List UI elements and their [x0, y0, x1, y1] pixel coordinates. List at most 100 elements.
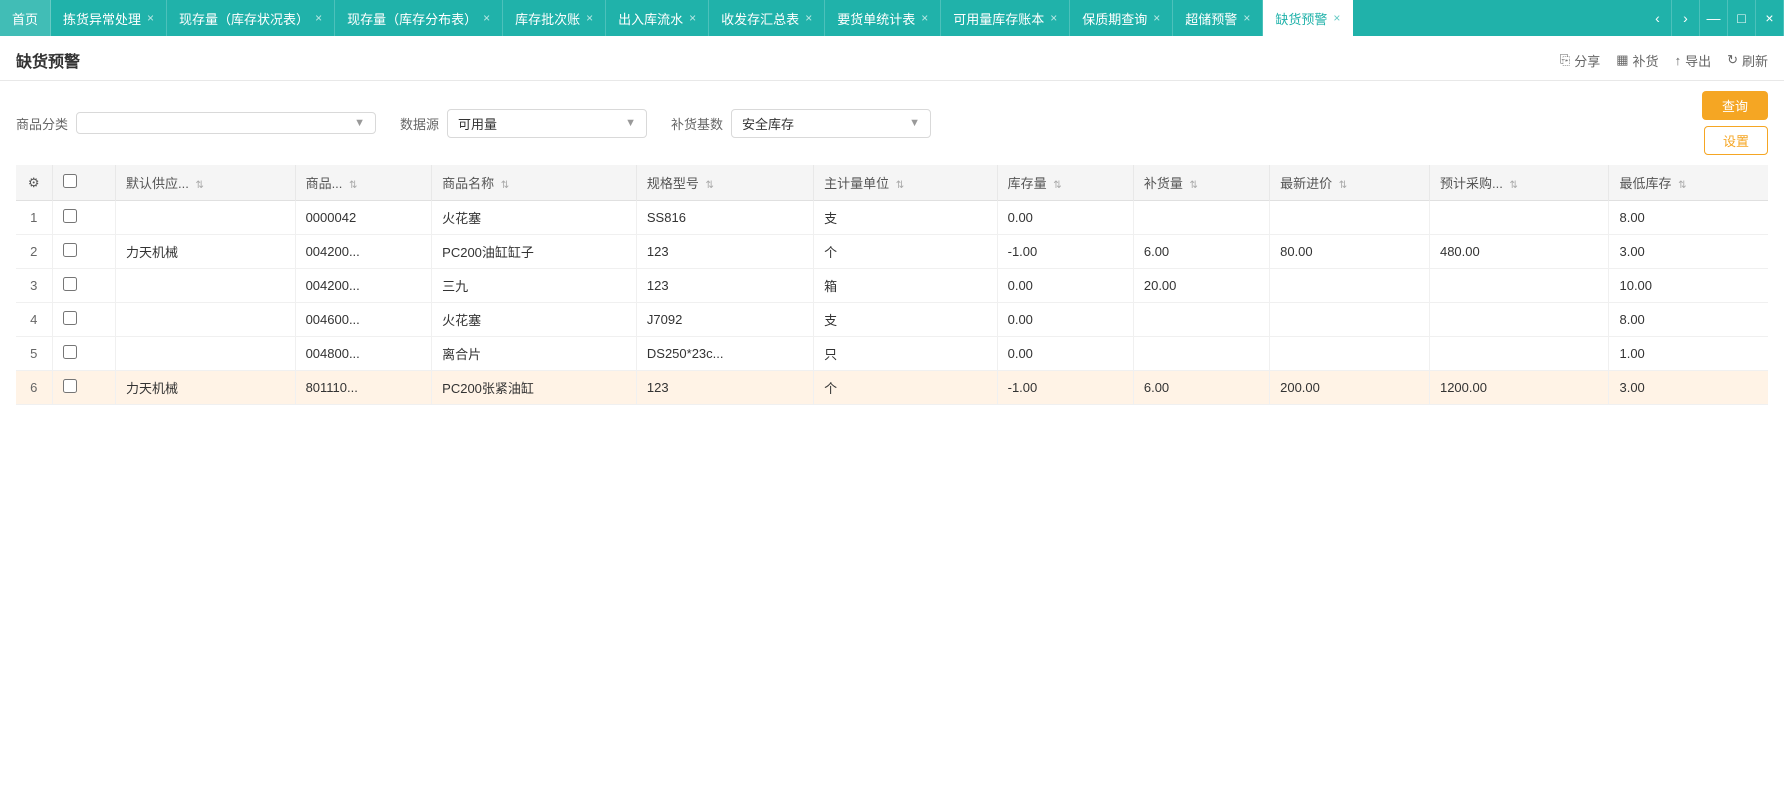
tab-next-button[interactable]: ›: [1672, 0, 1700, 36]
row-min-stock: 3.00: [1609, 235, 1768, 269]
share-label: 分享: [1574, 51, 1600, 70]
tab-picking-label: 拣货异常处理: [63, 9, 141, 28]
tab-stock-dist-close[interactable]: ×: [483, 11, 490, 25]
tab-stock-dist[interactable]: 现存量（库存分布表） ×: [335, 0, 503, 36]
share-button[interactable]: ⎘ 分享: [1560, 51, 1600, 70]
refresh-button[interactable]: ↻ 刷新: [1727, 51, 1768, 70]
tab-summary-close[interactable]: ×: [805, 11, 812, 25]
filter-action-buttons: 查询 设置: [1702, 91, 1768, 155]
tab-batch-close[interactable]: ×: [586, 11, 593, 25]
row-replenish-qty: [1133, 303, 1269, 337]
tab-demand[interactable]: 要货单统计表 ×: [825, 0, 941, 36]
datasource-filter-group: 数据源 可用量 ▼: [400, 109, 647, 138]
replenish-icon: ▦: [1616, 52, 1628, 68]
sort-replenish-qty-icon[interactable]: ⇅: [1190, 180, 1198, 191]
row-stock: -1.00: [997, 371, 1133, 405]
tab-picking-close[interactable]: ×: [147, 11, 154, 25]
row-checkbox[interactable]: [63, 311, 77, 325]
row-supplier: 力天机械: [116, 235, 296, 269]
sort-product-name-icon[interactable]: ⇅: [501, 180, 509, 191]
tab-expiry-label: 保质期查询: [1082, 9, 1147, 28]
row-checkbox[interactable]: [63, 209, 77, 223]
row-checkbox[interactable]: [63, 379, 77, 393]
row-checkbox[interactable]: [63, 243, 77, 257]
tab-expiry-close[interactable]: ×: [1153, 11, 1160, 25]
tab-maximize-button[interactable]: □: [1728, 0, 1756, 36]
sort-latest-price-icon[interactable]: ⇅: [1339, 180, 1347, 191]
row-replenish-qty: 6.00: [1133, 371, 1269, 405]
export-label: 导出: [1685, 51, 1711, 70]
row-spec: 123: [636, 235, 813, 269]
datasource-select[interactable]: 可用量 ▼: [447, 109, 647, 138]
row-latest-price: [1270, 303, 1430, 337]
column-product-name-label: 商品名称: [442, 176, 494, 191]
row-stock: 0.00: [997, 337, 1133, 371]
column-replenish-qty-label: 补货量: [1144, 176, 1183, 191]
query-button[interactable]: 查询: [1702, 91, 1768, 120]
row-supplier: [116, 303, 296, 337]
tab-batch-label: 库存批次账: [515, 9, 580, 28]
tab-close-window-button[interactable]: ×: [1756, 0, 1784, 36]
datasource-select-arrow: ▼: [625, 117, 636, 129]
main-table: ⚙ 默认供应... ⇅ 商品... ⇅ 商品名称 ⇅: [16, 165, 1768, 405]
sort-unit-icon[interactable]: ⇅: [896, 180, 904, 191]
tab-home[interactable]: 首页: [0, 0, 51, 36]
tab-shortage-close[interactable]: ×: [1333, 11, 1340, 25]
row-spec: 123: [636, 269, 813, 303]
sort-estimated-purchase-icon[interactable]: ⇅: [1509, 180, 1517, 191]
row-estimated-purchase: 1200.00: [1429, 371, 1609, 405]
tab-prev-button[interactable]: ‹: [1644, 0, 1672, 36]
tab-stock-dist-label: 现存量（库存分布表）: [347, 9, 477, 28]
row-estimated-purchase: [1429, 337, 1609, 371]
column-checkbox: [52, 165, 116, 201]
tab-minimize-button[interactable]: —: [1700, 0, 1728, 36]
share-icon: ⎘: [1560, 52, 1570, 68]
category-select[interactable]: ▼: [76, 112, 376, 134]
column-latest-price-label: 最新进价: [1280, 176, 1332, 191]
export-button[interactable]: ↑ 导出: [1675, 51, 1712, 70]
row-checkbox-cell: [52, 337, 116, 371]
tab-picking[interactable]: 拣货异常处理 ×: [51, 0, 167, 36]
column-latest-price: 最新进价 ⇅: [1270, 165, 1430, 201]
row-supplier: 力天机械: [116, 371, 296, 405]
tab-overstock-close[interactable]: ×: [1243, 11, 1250, 25]
sort-spec-icon[interactable]: ⇅: [706, 180, 714, 191]
tab-available[interactable]: 可用量库存账本 ×: [941, 0, 1070, 36]
tab-expiry[interactable]: 保质期查询 ×: [1070, 0, 1173, 36]
row-spec: SS816: [636, 201, 813, 235]
column-estimated-purchase-label: 预计采购...: [1440, 176, 1503, 191]
tab-demand-close[interactable]: ×: [921, 11, 928, 25]
settings-button[interactable]: 设置: [1704, 126, 1768, 155]
tab-batch[interactable]: 库存批次账 ×: [503, 0, 606, 36]
tab-stock-status[interactable]: 现存量（库存状况表） ×: [167, 0, 335, 36]
row-product-name: PC200油缸缸子: [432, 235, 637, 269]
tab-nav-controls: ‹ › — □ ×: [1644, 0, 1784, 36]
sort-supplier-icon[interactable]: ⇅: [196, 180, 204, 191]
replenish-button[interactable]: ▦ 补货: [1616, 51, 1658, 70]
row-product-name: 火花塞: [432, 201, 637, 235]
gear-icon[interactable]: ⚙: [28, 175, 40, 190]
table-header-row: ⚙ 默认供应... ⇅ 商品... ⇅ 商品名称 ⇅: [16, 165, 1768, 201]
category-select-arrow: ▼: [354, 117, 365, 129]
sort-product-code-icon[interactable]: ⇅: [349, 180, 357, 191]
tab-shortage[interactable]: 缺货预警 ×: [1263, 0, 1353, 36]
tab-flow[interactable]: 出入库流水 ×: [606, 0, 709, 36]
row-checkbox[interactable]: [63, 277, 77, 291]
sort-stock-icon[interactable]: ⇅: [1053, 180, 1061, 191]
datasource-select-value: 可用量: [458, 114, 497, 133]
tab-available-close[interactable]: ×: [1050, 11, 1057, 25]
tab-flow-close[interactable]: ×: [689, 11, 696, 25]
select-all-checkbox[interactable]: [63, 174, 77, 188]
replenish-select[interactable]: 安全库存 ▼: [731, 109, 931, 138]
row-checkbox[interactable]: [63, 345, 77, 359]
tab-summary[interactable]: 收发存汇总表 ×: [709, 0, 825, 36]
row-num: 5: [16, 337, 52, 371]
row-stock: 0.00: [997, 269, 1133, 303]
sort-min-stock-icon[interactable]: ⇅: [1678, 180, 1686, 191]
table-row: 3 004200... 三九 123 箱 0.00 20.00 10.00: [16, 269, 1768, 303]
tab-demand-label: 要货单统计表: [837, 9, 915, 28]
row-stock: -1.00: [997, 235, 1133, 269]
tab-overstock[interactable]: 超储预警 ×: [1173, 0, 1263, 36]
tab-stock-status-close[interactable]: ×: [315, 11, 322, 25]
column-estimated-purchase: 预计采购... ⇅: [1429, 165, 1609, 201]
